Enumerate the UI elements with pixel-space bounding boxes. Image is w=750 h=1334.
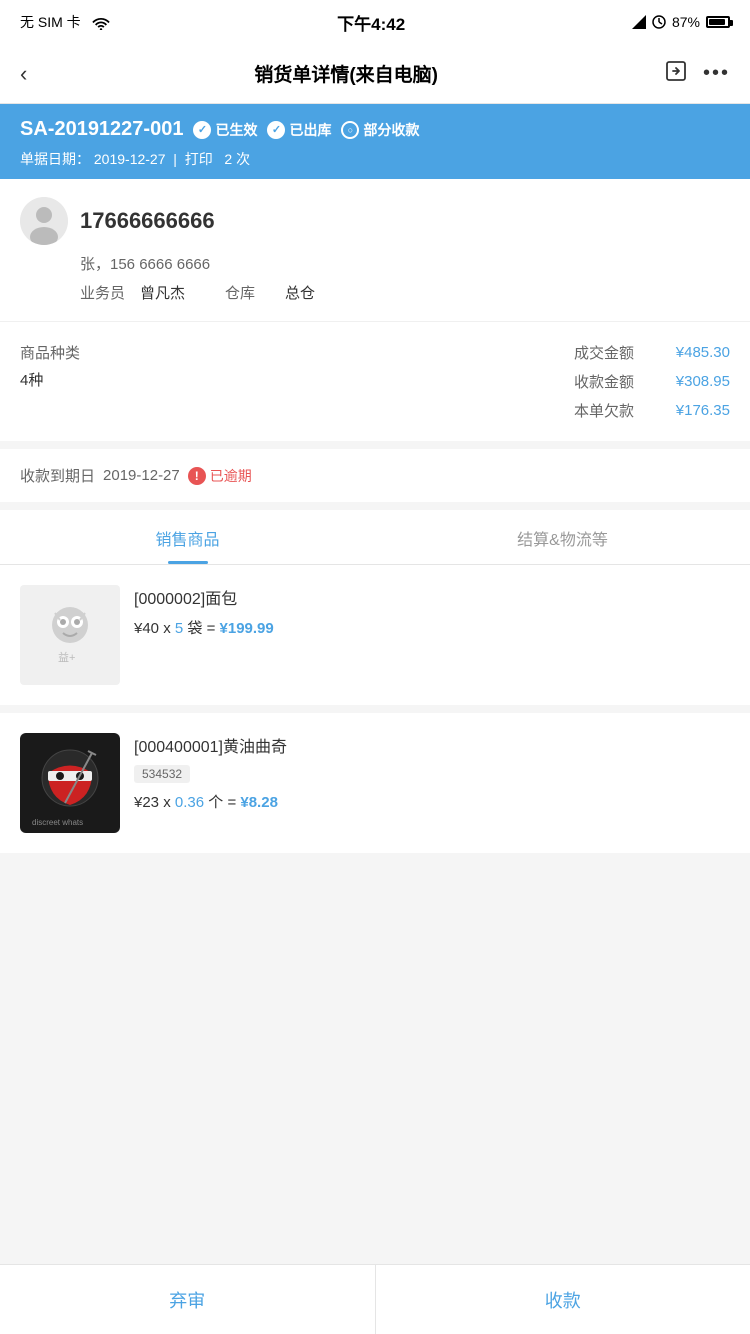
avatar xyxy=(20,197,68,245)
product-total-1: ¥199.99 xyxy=(220,620,274,637)
carrier-wifi: 无 SIM 卡 xyxy=(20,12,110,32)
status-bar: 无 SIM 卡 下午4:42 87% xyxy=(0,0,750,44)
product-image-1: 益+ xyxy=(20,585,120,685)
product-list: 益+ [0000002]面包 ¥40 x 5 袋 = ¥199.99 xyxy=(0,565,750,941)
collected-label: 收款金额 xyxy=(574,371,634,392)
status-shipped: ✓ 已出库 xyxy=(267,120,331,140)
check-icon-2: ✓ xyxy=(267,121,285,139)
nav-bar: ‹ 销货单详情(来自电脑) ••• xyxy=(0,44,750,104)
due-date: 2019-12-27 xyxy=(103,467,180,484)
share-icon[interactable] xyxy=(665,60,687,88)
product-qty-2: 0.36 xyxy=(175,794,204,811)
stats-right: 成交金额 ¥485.30 收款金额 ¥308.95 本单欠款 ¥176.35 xyxy=(574,342,730,421)
due-section: 收款到期日 2019-12-27 ! 已逾期 xyxy=(0,449,750,510)
product-price-1: ¥40 x 5 袋 = ¥199.99 xyxy=(134,617,730,638)
product-name-1: [0000002]面包 xyxy=(134,585,730,609)
customer-name-phone: 张，156 6666 6666 xyxy=(20,253,730,274)
overdue-icon: ! xyxy=(188,467,206,485)
back-button[interactable]: ‹ xyxy=(20,61,27,87)
bottom-actions: 弃审 收款 xyxy=(0,1264,750,1334)
overdue-badge: ! 已逾期 xyxy=(188,466,252,486)
collected-row: 收款金额 ¥308.95 xyxy=(574,371,730,392)
product-image-2: discreet whats xyxy=(20,733,120,833)
battery-percent: 87% xyxy=(672,14,700,30)
transaction-value: ¥485.30 xyxy=(650,344,730,361)
collected-value: ¥308.95 xyxy=(650,373,730,390)
warehouse-value: 总仓 xyxy=(285,282,315,303)
product-qty-1: 5 xyxy=(175,620,183,637)
product-price-2: ¥23 x 0.36 个 = ¥8.28 xyxy=(134,791,730,812)
owed-label: 本单欠款 xyxy=(574,400,634,421)
tab-settlement[interactable]: 结算&物流等 xyxy=(375,510,750,564)
owed-row: 本单欠款 ¥176.35 xyxy=(574,400,730,421)
transaction-row: 成交金额 ¥485.30 xyxy=(574,342,730,363)
overdue-text: 已逾期 xyxy=(210,466,252,486)
list-item: discreet whats [000400001]黄油曲奇 534532 ¥2… xyxy=(0,713,750,853)
header-banner: SA-20191227-001 ✓ 已生效 ✓ 已出库 ○ 部分收款 单据日期：… xyxy=(0,104,750,179)
customer-top: 17666666666 xyxy=(20,197,730,245)
warehouse-label: 仓库 xyxy=(225,282,285,303)
product-total-2: ¥8.28 xyxy=(240,794,278,811)
tabs: 销售商品 结算&物流等 xyxy=(0,510,750,565)
page-title: 销货单详情(来自电脑) xyxy=(254,60,438,87)
tab-products[interactable]: 销售商品 xyxy=(0,510,375,564)
more-icon[interactable]: ••• xyxy=(703,62,730,85)
customer-meta-row: 业务员 曾凡杰 仓库 总仓 xyxy=(20,282,730,303)
transaction-label: 成交金额 xyxy=(574,342,634,363)
product-tag-2: 534532 xyxy=(134,765,190,783)
stats-left: 商品种类 4种 xyxy=(20,342,80,421)
cancel-button[interactable]: 弃审 xyxy=(0,1265,376,1334)
order-id: SA-20191227-001 xyxy=(20,118,183,141)
svg-text:discreet whats: discreet whats xyxy=(32,818,83,827)
product-details-2: [000400001]黄油曲奇 534532 ¥23 x 0.36 个 = ¥8… xyxy=(134,733,730,812)
customer-phone: 17666666666 xyxy=(80,208,215,234)
category-count: 4种 xyxy=(20,369,80,390)
order-id-row: SA-20191227-001 ✓ 已生效 ✓ 已出库 ○ 部分收款 xyxy=(20,118,730,141)
product-details-1: [0000002]面包 ¥40 x 5 袋 = ¥199.99 xyxy=(134,585,730,638)
owed-value: ¥176.35 xyxy=(650,402,730,419)
nav-actions: ••• xyxy=(665,60,730,88)
clock-icon: ○ xyxy=(341,121,359,139)
svg-text:益+: 益+ xyxy=(58,650,75,664)
product-name-2: [000400001]黄油曲奇 xyxy=(134,733,730,757)
sales-person: 曾凡杰 xyxy=(140,282,185,303)
status-effected: ✓ 已生效 xyxy=(193,120,257,140)
category-label: 商品种类 xyxy=(20,342,80,363)
status-time: 下午4:42 xyxy=(337,10,405,35)
battery-icon xyxy=(706,16,730,28)
sales-label: 业务员 xyxy=(80,282,140,303)
list-item: 益+ [0000002]面包 ¥40 x 5 袋 = ¥199.99 xyxy=(0,565,750,705)
due-label: 收款到期日 xyxy=(20,465,95,486)
check-icon-1: ✓ xyxy=(193,121,211,139)
status-partial: ○ 部分收款 xyxy=(341,120,419,140)
confirm-button[interactable]: 收款 xyxy=(376,1265,750,1334)
header-meta: 单据日期： 2019-12-27 | 打印 2 次 xyxy=(20,149,730,169)
status-right: 87% xyxy=(632,14,730,30)
stats-section: 商品种类 4种 成交金额 ¥485.30 收款金额 ¥308.95 本单欠款 ¥… xyxy=(0,322,750,449)
customer-section: 17666666666 张，156 6666 6666 业务员 曾凡杰 仓库 总… xyxy=(0,179,750,322)
